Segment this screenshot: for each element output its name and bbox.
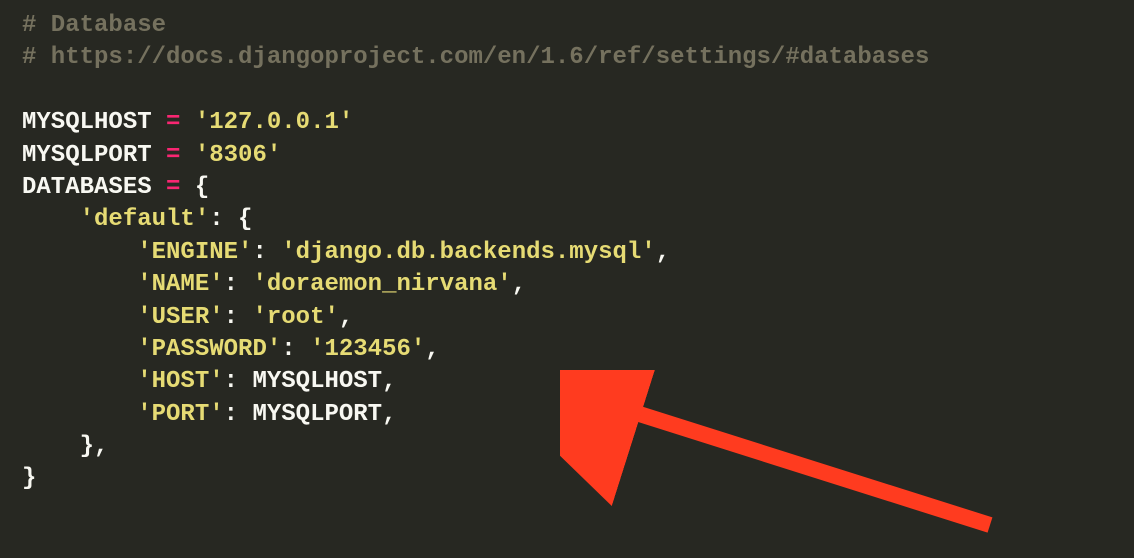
comment-text: # https://docs.djangoproject.com/en/1.6/… — [22, 44, 929, 71]
variable-ref: MYSQLPORT — [252, 401, 382, 428]
string-value: '123456' — [310, 336, 425, 363]
open-brace: { — [238, 206, 252, 233]
comma: , — [425, 336, 439, 363]
variable-name: DATABASES — [22, 174, 152, 201]
variable-ref: MYSQLHOST — [252, 368, 382, 395]
dict-key: 'NAME' — [137, 271, 223, 298]
password-line: 'PASSWORD': '123456', — [0, 334, 1134, 366]
equals-operator: = — [152, 109, 195, 136]
engine-line: 'ENGINE': 'django.db.backends.mysql', — [0, 237, 1134, 269]
colon: : — [224, 304, 238, 331]
mysqlport-assignment: MYSQLPORT = '8306' — [0, 140, 1134, 172]
comment-line-2: # https://docs.djangoproject.com/en/1.6/… — [0, 42, 1134, 74]
dict-key: 'PASSWORD' — [137, 336, 281, 363]
variable-name: MYSQLPORT — [22, 142, 152, 169]
blank-line — [0, 75, 1134, 107]
outer-close-line: } — [0, 463, 1134, 495]
code-editor[interactable]: # Database # https://docs.djangoproject.… — [0, 10, 1134, 496]
close-brace: } — [22, 465, 36, 492]
colon: : — [281, 336, 295, 363]
equals-operator: = — [152, 142, 195, 169]
colon: : — [252, 239, 266, 266]
user-line: 'USER': 'root', — [0, 302, 1134, 334]
dict-key: 'HOST' — [137, 368, 223, 395]
default-key-line: 'default': { — [0, 204, 1134, 236]
comma: , — [382, 368, 396, 395]
comment-line-1: # Database — [0, 10, 1134, 42]
port-line: 'PORT': MYSQLPORT, — [0, 399, 1134, 431]
dict-key: 'USER' — [137, 304, 223, 331]
colon: : — [224, 401, 238, 428]
comment-text: # Database — [22, 12, 166, 39]
dict-key: 'ENGINE' — [137, 239, 252, 266]
string-value: '8306' — [195, 142, 281, 169]
mysqlhost-assignment: MYSQLHOST = '127.0.0.1' — [0, 107, 1134, 139]
comma: , — [339, 304, 353, 331]
name-line: 'NAME': 'doraemon_nirvana', — [0, 269, 1134, 301]
colon: : — [224, 368, 238, 395]
comma: , — [656, 239, 670, 266]
comma: , — [382, 401, 396, 428]
inner-close-line: }, — [0, 431, 1134, 463]
equals-operator: = — [152, 174, 195, 201]
string-value: '127.0.0.1' — [195, 109, 353, 136]
databases-assignment: DATABASES = { — [0, 172, 1134, 204]
dict-key: 'PORT' — [137, 401, 223, 428]
string-value: 'root' — [252, 304, 338, 331]
variable-name: MYSQLHOST — [22, 109, 152, 136]
dict-key: 'default' — [80, 206, 210, 233]
close-brace: } — [80, 433, 94, 460]
comma: , — [94, 433, 108, 460]
colon: : — [209, 206, 223, 233]
host-line: 'HOST': MYSQLHOST, — [0, 366, 1134, 398]
comma: , — [512, 271, 526, 298]
string-value: 'django.db.backends.mysql' — [281, 239, 655, 266]
open-brace: { — [195, 174, 209, 201]
string-value: 'doraemon_nirvana' — [252, 271, 511, 298]
colon: : — [224, 271, 238, 298]
